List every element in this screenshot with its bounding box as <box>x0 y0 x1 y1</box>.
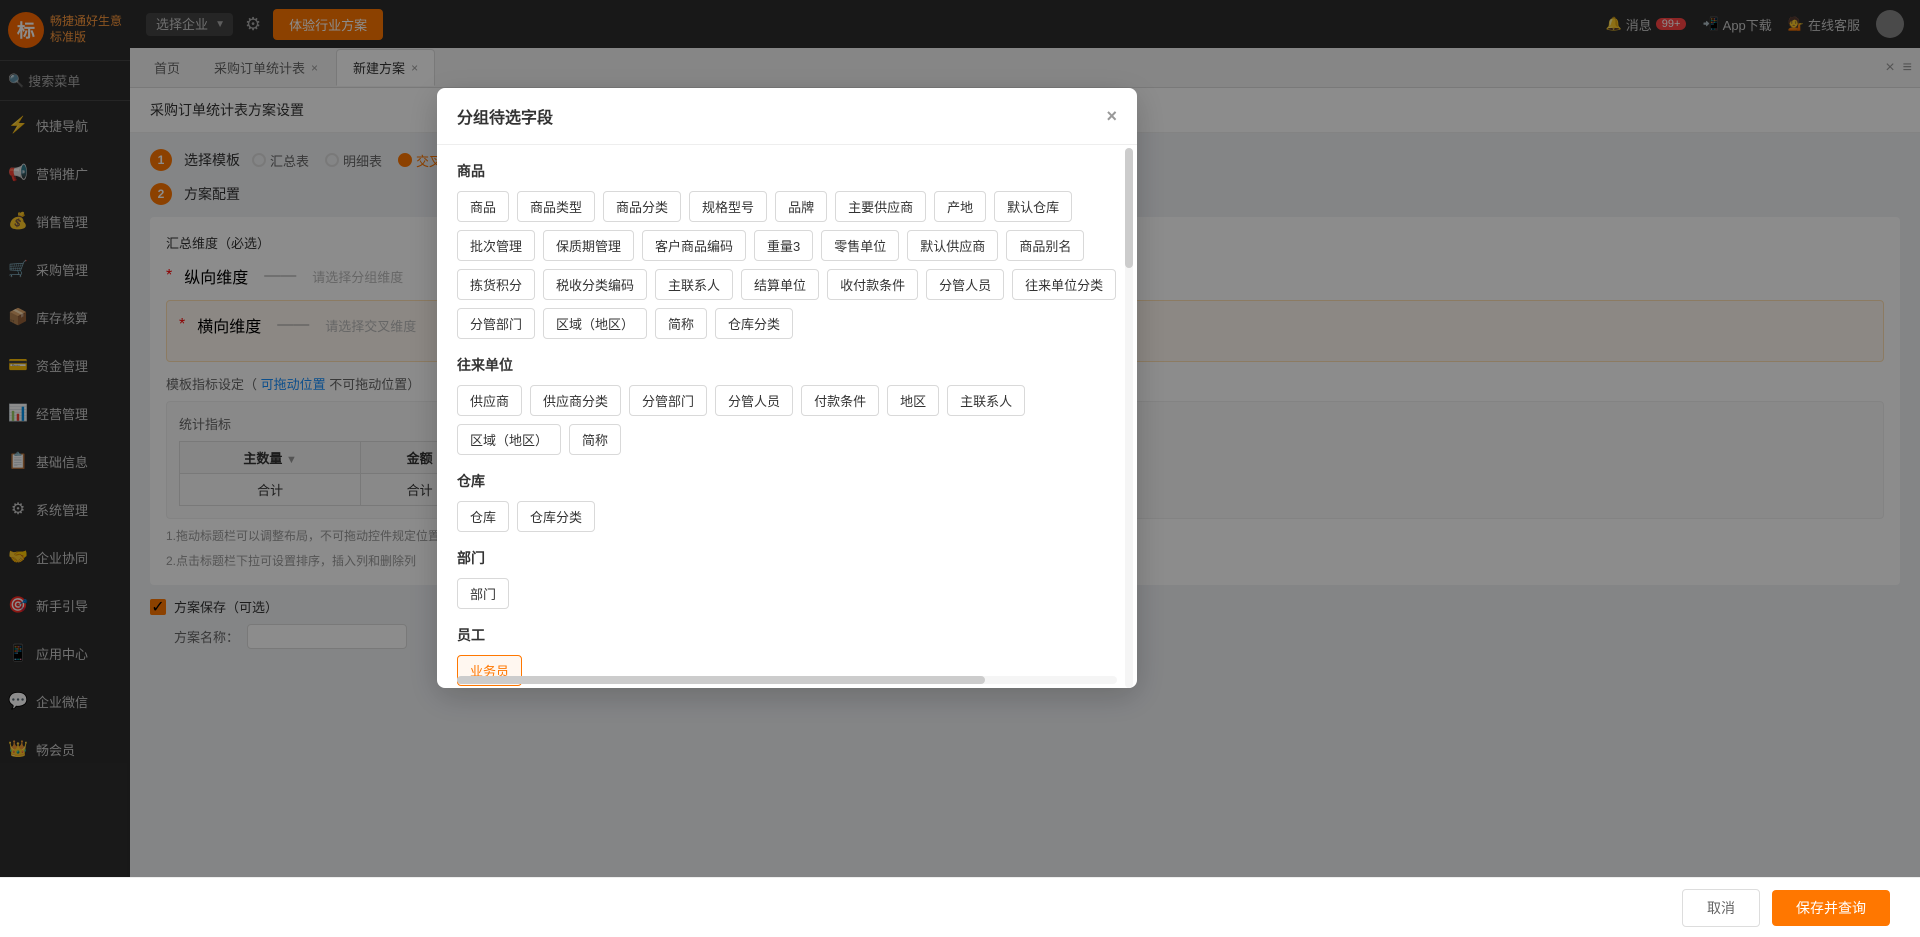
modal-hscroll-track[interactable] <box>457 676 1117 684</box>
field-tag[interactable]: 规格型号 <box>689 191 767 222</box>
field-tag[interactable]: 产地 <box>934 191 986 222</box>
field-tag[interactable]: 供应商分类 <box>530 385 621 416</box>
field-tag[interactable]: 供应商 <box>457 385 522 416</box>
cancel-button[interactable]: 取消 <box>1682 889 1760 927</box>
field-grid-warehouse: 仓库 仓库分类 <box>457 501 1117 532</box>
field-tag[interactable]: 部门 <box>457 578 509 609</box>
field-tag[interactable]: 商品 <box>457 191 509 222</box>
field-tag[interactable]: 区域（地区） <box>457 424 561 455</box>
modal-title: 分组待选字段 <box>457 104 553 128</box>
field-tag[interactable]: 分管人员 <box>715 385 793 416</box>
field-tag[interactable]: 区域（地区） <box>543 308 647 339</box>
section-title-warehouse: 仓库 <box>457 471 1117 491</box>
section-title-employee: 员工 <box>457 625 1117 645</box>
modal-hscroll-thumb[interactable] <box>457 676 985 684</box>
modal-scrollbar-thumb[interactable] <box>1125 148 1133 268</box>
bottom-bar: 取消 保存并查询 <box>0 877 1920 937</box>
field-tag[interactable]: 分管人员 <box>926 269 1004 300</box>
modal-body[interactable]: 商品 商品 商品类型 商品分类 规格型号 品牌 主要供应商 产地 默认仓库 批次… <box>437 145 1137 688</box>
field-tag[interactable]: 保质期管理 <box>543 230 634 261</box>
field-tag[interactable]: 收付款条件 <box>827 269 918 300</box>
field-tag[interactable]: 结算单位 <box>741 269 819 300</box>
field-grid-partner: 供应商 供应商分类 分管部门 分管人员 付款条件 地区 主联系人 区域（地区） … <box>457 385 1117 455</box>
modal-close-button[interactable]: × <box>1106 106 1117 127</box>
field-tag[interactable]: 商品类型 <box>517 191 595 222</box>
field-tag[interactable]: 仓库 <box>457 501 509 532</box>
field-tag[interactable]: 简称 <box>569 424 621 455</box>
field-tag[interactable]: 主联系人 <box>947 385 1025 416</box>
field-tag[interactable]: 主联系人 <box>655 269 733 300</box>
field-tag[interactable]: 地区 <box>887 385 939 416</box>
section-title-department: 部门 <box>457 548 1117 568</box>
field-grid-product: 商品 商品类型 商品分类 规格型号 品牌 主要供应商 产地 默认仓库 批次管理 … <box>457 191 1117 339</box>
field-tag[interactable]: 品牌 <box>775 191 827 222</box>
field-tag[interactable]: 仓库分类 <box>715 308 793 339</box>
field-tag[interactable]: 批次管理 <box>457 230 535 261</box>
confirm-button[interactable]: 保存并查询 <box>1772 890 1890 926</box>
field-grid-department: 部门 <box>457 578 1117 609</box>
field-tag[interactable]: 拣货积分 <box>457 269 535 300</box>
field-select-modal: 分组待选字段 × 商品 商品 商品类型 商品分类 规格型号 品牌 主要供应商 产… <box>437 88 1137 688</box>
modal-header: 分组待选字段 × <box>437 88 1137 145</box>
field-tag[interactable]: 商品分类 <box>603 191 681 222</box>
field-tag[interactable]: 主要供应商 <box>835 191 926 222</box>
section-title-product: 商品 <box>457 161 1117 181</box>
field-tag[interactable]: 重量3 <box>754 230 813 261</box>
field-tag[interactable]: 往来单位分类 <box>1012 269 1116 300</box>
field-tag[interactable]: 简称 <box>655 308 707 339</box>
field-tag[interactable]: 零售单位 <box>821 230 899 261</box>
field-tag[interactable]: 商品别名 <box>1006 230 1084 261</box>
field-tag[interactable]: 分管部门 <box>457 308 535 339</box>
field-tag[interactable]: 分管部门 <box>629 385 707 416</box>
field-tag[interactable]: 付款条件 <box>801 385 879 416</box>
field-tag[interactable]: 客户商品编码 <box>642 230 746 261</box>
section-title-partner: 往来单位 <box>457 355 1117 375</box>
field-tag[interactable]: 默认供应商 <box>907 230 998 261</box>
field-tag[interactable]: 税收分类编码 <box>543 269 647 300</box>
modal-scrollbar-track[interactable] <box>1125 148 1133 688</box>
field-tag[interactable]: 仓库分类 <box>517 501 595 532</box>
field-tag[interactable]: 默认仓库 <box>994 191 1072 222</box>
